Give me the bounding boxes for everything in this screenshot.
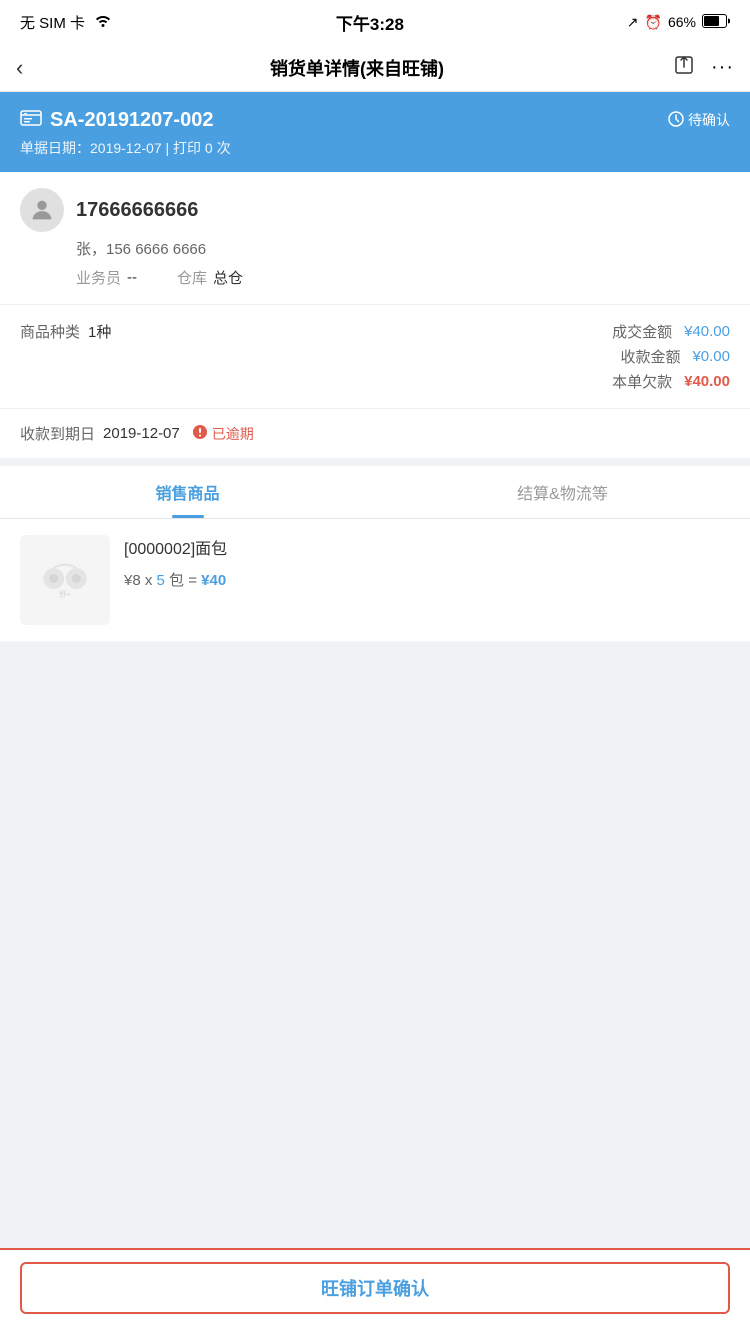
due-date-section: 收款到期日 2019-12-07 已逾期 xyxy=(0,409,750,466)
tab-settlement[interactable]: 结算&物流等 xyxy=(375,466,750,518)
due-date-value: 2019-12-07 xyxy=(103,425,180,442)
nav-bar: ‹ 销货单详情(来自旺铺) ··· xyxy=(0,44,750,92)
customer-phone: 17666666666 xyxy=(76,199,198,222)
content-spacer xyxy=(0,642,750,802)
order-id-row: SA-20191207-002 待确认 xyxy=(20,108,730,132)
equals: = xyxy=(188,572,201,589)
carrier-label: 无 SIM 卡 xyxy=(20,12,85,33)
amount-section: 商品种类 1种 成交金额 ¥40.00 收款金额 ¥0.00 本单欠款 ¥40.… xyxy=(0,305,750,409)
total-price: ¥40 xyxy=(201,572,226,589)
confirm-button[interactable]: 旺铺订单确认 xyxy=(20,1262,730,1314)
product-types-label: 商品种类 xyxy=(20,321,80,342)
tab-products[interactable]: 销售商品 xyxy=(0,466,375,518)
product-types: 商品种类 1种 xyxy=(20,321,111,342)
page-title: 销货单详情(来自旺铺) xyxy=(60,55,654,81)
status-time: 下午3:28 xyxy=(336,10,404,35)
nav-actions: ··· xyxy=(654,54,734,82)
received-amount-label: 收款金额 xyxy=(620,346,680,367)
unit: 包 xyxy=(169,572,184,589)
warehouse-label: 仓库 xyxy=(177,267,207,288)
warning-icon xyxy=(192,424,208,443)
unit-price: ¥8 xyxy=(124,572,141,589)
tabs: 销售商品 结算&物流等 xyxy=(0,466,750,519)
location-icon: ↗ xyxy=(627,14,639,31)
share-icon[interactable] xyxy=(673,54,695,82)
product-name: [0000002]面包 xyxy=(124,535,730,559)
battery-label: 66% xyxy=(668,14,696,30)
status-bar: 无 SIM 卡 下午3:28 ↗ ⏰ 66% xyxy=(0,0,750,44)
debt-amount-value: ¥40.00 xyxy=(684,373,730,390)
more-icon[interactable]: ··· xyxy=(711,56,734,79)
clock-icon xyxy=(668,111,684,130)
warehouse-field: 仓库 总仓 xyxy=(177,267,243,288)
bottom-bar: 旺铺订单确认 xyxy=(0,1248,750,1334)
customer-row: 17666666666 xyxy=(20,188,730,232)
salesperson-value: -- xyxy=(127,269,137,286)
product-types-value: 1种 xyxy=(88,321,111,342)
order-date: 单据日期：2019-12-07 | 打印 0 次 xyxy=(20,138,730,158)
order-id: SA-20191207-002 xyxy=(20,108,213,132)
salesperson-field: 业务员 -- xyxy=(76,267,137,288)
debt-amount-label: 本单欠款 xyxy=(612,371,672,392)
status-left: 无 SIM 卡 xyxy=(20,12,113,33)
status-right: ↗ ⏰ 66% xyxy=(627,14,730,31)
received-amount-value: ¥0.00 xyxy=(692,348,730,365)
battery-icon xyxy=(702,14,730,31)
avatar xyxy=(20,188,64,232)
warehouse-value: 总仓 xyxy=(213,267,243,288)
product-item: 野+ [0000002]面包 ¥8 x 5 包 = ¥40 xyxy=(0,519,750,642)
order-status: 待确认 xyxy=(668,110,730,130)
overdue-text: 已逾期 xyxy=(212,424,254,444)
customer-meta: 业务员 -- 仓库 总仓 xyxy=(76,267,730,288)
customer-name: 张，156 6666 6666 xyxy=(76,238,730,259)
deal-amount-row: 成交金额 ¥40.00 xyxy=(612,321,730,342)
deal-amount-label: 成交金额 xyxy=(612,321,672,342)
amounts: 成交金额 ¥40.00 收款金额 ¥0.00 本单欠款 ¥40.00 xyxy=(612,321,730,392)
invoice-icon xyxy=(20,108,42,132)
back-button[interactable]: ‹ xyxy=(16,55,60,81)
product-thumbnail: 野+ xyxy=(20,535,110,625)
svg-text:野+: 野+ xyxy=(59,590,71,599)
product-price: ¥8 x 5 包 = ¥40 xyxy=(124,569,730,590)
overdue-badge: 已逾期 xyxy=(192,424,254,444)
quantity: 5 xyxy=(157,572,165,589)
product-info: [0000002]面包 ¥8 x 5 包 = ¥40 xyxy=(124,535,730,625)
customer-section: 17666666666 张，156 6666 6666 业务员 -- 仓库 总仓 xyxy=(0,172,750,305)
received-amount-row: 收款金额 ¥0.00 xyxy=(620,346,730,367)
salesperson-label: 业务员 xyxy=(76,267,121,288)
due-date-label: 收款到期日 xyxy=(20,423,95,444)
debt-amount-row: 本单欠款 ¥40.00 xyxy=(612,371,730,392)
price-separator: x xyxy=(145,572,157,589)
wifi-icon xyxy=(93,13,113,31)
order-header-card: SA-20191207-002 待确认 单据日期：2019-12-07 | 打印… xyxy=(0,92,750,172)
deal-amount-value: ¥40.00 xyxy=(684,323,730,340)
alarm-icon: ⏰ xyxy=(645,14,662,31)
product-list: 野+ [0000002]面包 ¥8 x 5 包 = ¥40 xyxy=(0,519,750,642)
